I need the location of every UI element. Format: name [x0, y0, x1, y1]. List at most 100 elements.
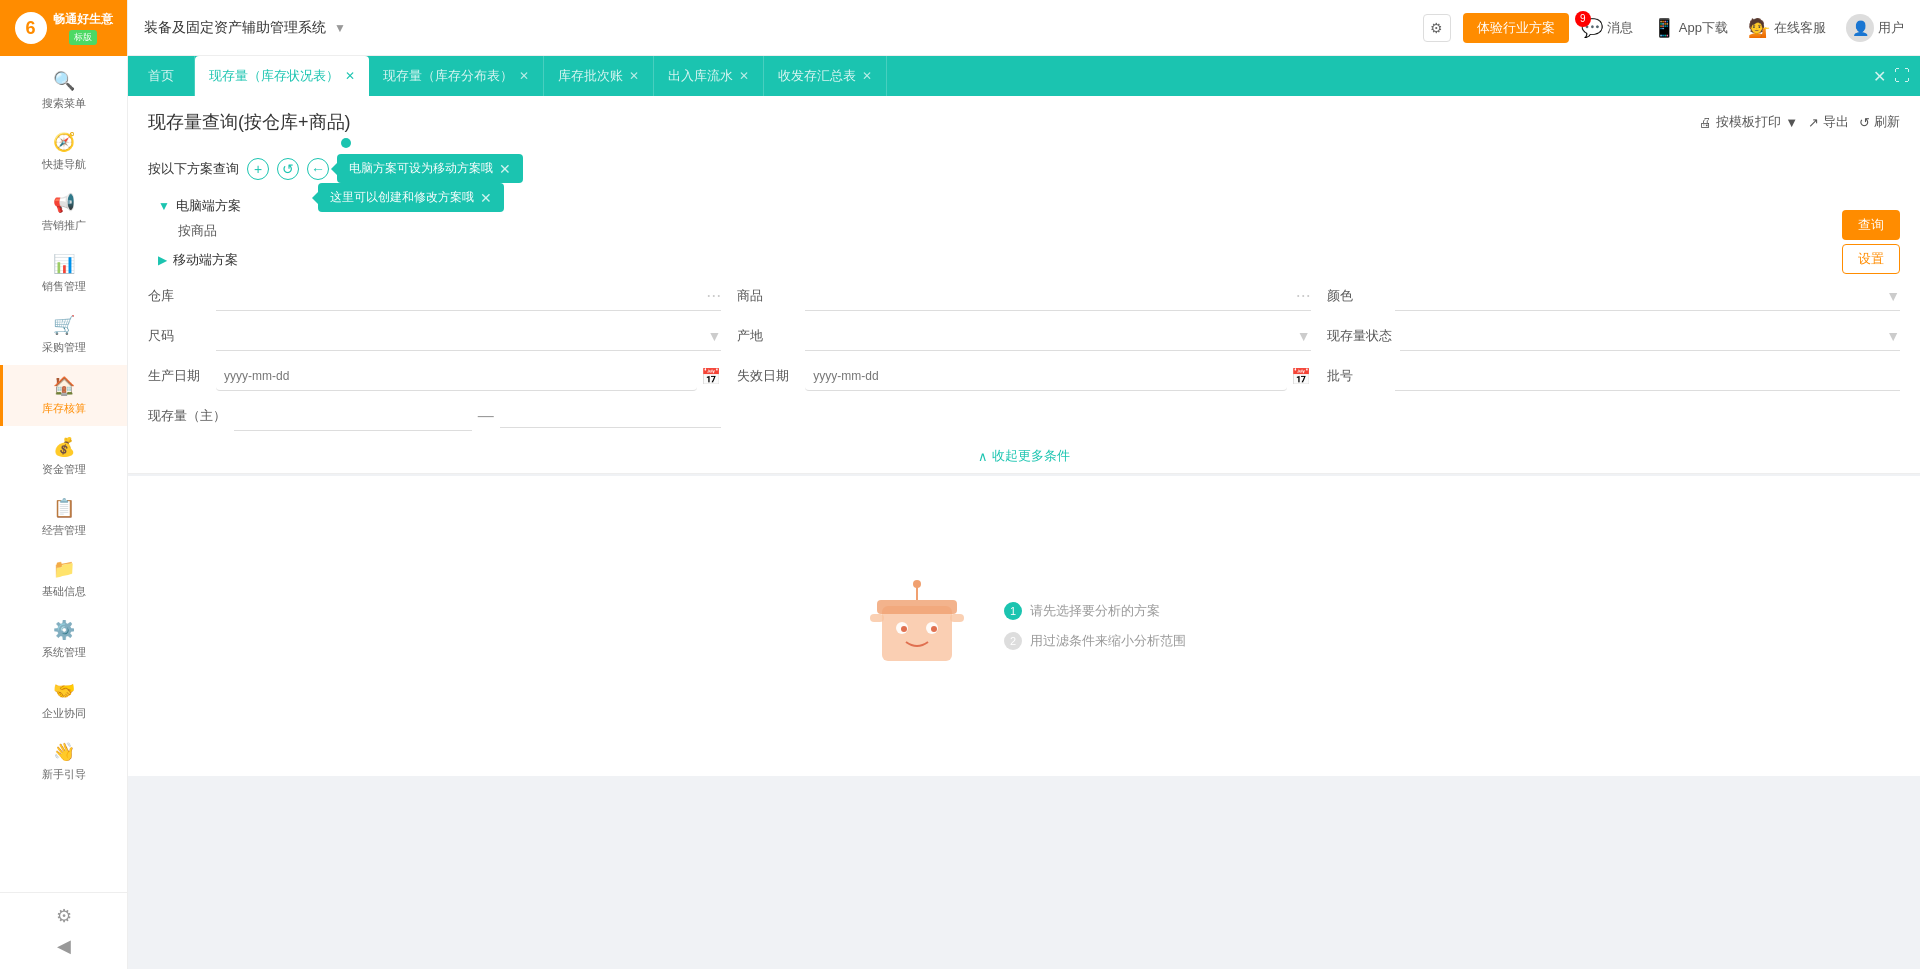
gear-button[interactable]: ⚙ — [1423, 14, 1451, 42]
newbie-icon: 👋 — [53, 741, 75, 763]
print-button[interactable]: 🖨 按模板打印 ▼ — [1699, 113, 1798, 131]
system-name: 装备及固定资产辅助管理系统 — [144, 19, 326, 37]
empty-step-2: 2 用过滤条件来缩小分析范围 — [1004, 632, 1186, 650]
setting-button[interactable]: 设置 — [1842, 244, 1900, 274]
query-buttons-panel: 查询 设置 — [1842, 210, 1900, 274]
sidebar-item-sales[interactable]: 📊 销售管理 — [0, 243, 127, 304]
size-input[interactable]: ▼ — [216, 321, 721, 351]
logo-badge: 标版 — [69, 30, 97, 45]
tab-receipt-summary[interactable]: 收发存汇总表 ✕ — [764, 56, 887, 96]
sidebar-item-guide[interactable]: 🧭 快捷导航 — [0, 121, 127, 182]
empty-state: 1 请先选择要分析的方案 2 用过滤条件来缩小分析范围 — [128, 476, 1920, 776]
sidebar-item-search[interactable]: 🔍 搜索菜单 — [0, 60, 127, 121]
svg-rect-1 — [877, 600, 957, 614]
export-button[interactable]: ↗ 导出 — [1808, 113, 1849, 131]
warehouse-input[interactable]: ··· — [216, 281, 721, 311]
sidebar-item-operations[interactable]: 📋 经营管理 — [0, 487, 127, 548]
search-icon: 🔍 — [53, 70, 75, 92]
sidebar-item-marketing[interactable]: 📢 营销推广 — [0, 182, 127, 243]
filter-label: 按以下方案查询 — [148, 160, 239, 178]
batch-input[interactable] — [1395, 361, 1900, 391]
user-avatar-button[interactable]: 👤 用户 — [1846, 14, 1904, 42]
tab-home[interactable]: 首页 — [128, 56, 195, 96]
main-inventory-range: — — [234, 401, 721, 431]
calendar-production-icon[interactable]: 📅 — [701, 367, 721, 386]
settings-footer-icon[interactable]: ⚙ — [56, 905, 72, 927]
filter-field-production-date: 生产日期 📅 — [148, 361, 721, 391]
marketing-icon: 📢 — [53, 192, 75, 214]
tab-close-batch[interactable]: ✕ — [629, 69, 639, 83]
tab-inventory-status[interactable]: 现存量（库存状况表） ✕ — [195, 56, 369, 96]
tab-close-summary[interactable]: ✕ — [862, 69, 872, 83]
collapse-label: 收起更多条件 — [992, 447, 1070, 465]
empty-content: 1 请先选择要分析的方案 2 用过滤条件来缩小分析范围 — [862, 576, 1186, 676]
back-arrow-button[interactable]: ← — [307, 158, 329, 180]
refresh-scheme-button[interactable]: ↺ — [277, 158, 299, 180]
filter-field-expiry-date: 失效日期 📅 — [737, 361, 1310, 391]
step-1-badge: 1 — [1004, 602, 1022, 620]
sidebar-item-enterprise[interactable]: 🤝 企业协同 — [0, 670, 127, 731]
inventory-status-input[interactable]: ▼ — [1400, 321, 1900, 351]
chevron-right-icon: ▼ — [158, 199, 170, 213]
tab-close-distribution[interactable]: ✕ — [519, 69, 529, 83]
tab-in-out-flow[interactable]: 出入库流水 ✕ — [654, 56, 764, 96]
expiry-date-start[interactable] — [805, 361, 1286, 391]
filter-row-3: 生产日期 📅 失效日期 📅 — [148, 361, 1900, 391]
refresh-icon: ↺ — [1859, 115, 1870, 130]
export-icon: ↗ — [1808, 115, 1819, 130]
message-button[interactable]: 💬 9 消息 — [1581, 17, 1633, 39]
page-title: 现存量查询(按仓库+商品) — [148, 110, 351, 134]
query-button[interactable]: 查询 — [1842, 210, 1900, 240]
scheme-sub-item[interactable]: 按商品 — [168, 219, 1900, 243]
close-pc-tooltip[interactable]: ✕ — [499, 161, 511, 177]
close-all-icon[interactable]: ✕ — [1873, 67, 1886, 86]
tab-inventory-distribution[interactable]: 现存量（库存分布表） ✕ — [369, 56, 544, 96]
collapse-row[interactable]: ∧ 收起更多条件 — [148, 439, 1900, 473]
online-service-button[interactable]: 💁 在线客服 — [1748, 17, 1826, 39]
sidebar-item-basic[interactable]: 📁 基础信息 — [0, 548, 127, 609]
app-download-button[interactable]: 📱 App下载 — [1653, 17, 1728, 39]
goods-input[interactable]: ··· — [805, 281, 1310, 311]
refresh-button[interactable]: ↺ 刷新 — [1859, 113, 1900, 131]
operations-icon: 📋 — [53, 497, 75, 519]
add-scheme-button[interactable]: + — [247, 158, 269, 180]
sidebar-item-inventory[interactable]: 🏠 库存核算 — [0, 365, 127, 426]
tab-close-flow[interactable]: ✕ — [739, 69, 749, 83]
sidebar-logo: 6 畅通好生意 标版 — [0, 0, 127, 56]
sidebar-item-purchase[interactable]: 🛒 采购管理 — [0, 304, 127, 365]
sidebar-item-finance[interactable]: 💰 资金管理 — [0, 426, 127, 487]
sidebar-item-system[interactable]: ⚙️ 系统管理 — [0, 609, 127, 670]
service-icon: 💁 — [1748, 17, 1770, 39]
color-input[interactable]: ▼ — [1395, 281, 1900, 311]
scheme-mobile-item[interactable]: ▶ 移动端方案 — [148, 247, 1900, 273]
dots-goods-icon: ··· — [1296, 285, 1311, 306]
sidebar-item-newbie[interactable]: 👋 新手引导 — [0, 731, 127, 792]
close-edit-tooltip[interactable]: ✕ — [480, 190, 492, 206]
calendar-expiry-icon[interactable]: 📅 — [1291, 367, 1311, 386]
collapse-sidebar-icon[interactable]: ◀ — [57, 935, 71, 957]
tab-batch-account[interactable]: 库存批次账 ✕ — [544, 56, 654, 96]
origin-input[interactable]: ▼ — [805, 321, 1310, 351]
compass-icon: 🧭 — [53, 131, 75, 153]
filter-field-inventory-status: 现存量状态 ▼ — [1327, 321, 1900, 351]
trial-button[interactable]: 体验行业方案 — [1463, 13, 1569, 43]
filter-field-main-inventory: 现存量（主） — — [148, 401, 721, 431]
system-icon: ⚙️ — [53, 619, 75, 641]
app-download-label: App下载 — [1679, 19, 1728, 37]
content-area: 现存量查询(按仓库+商品) 🖨 按模板打印 ▼ ↗ 导出 ↺ 刷新 — [128, 96, 1920, 969]
empty-step-1-text: 请先选择要分析的方案 — [1030, 602, 1160, 620]
fullscreen-icon[interactable]: ⛶ — [1894, 67, 1910, 85]
inventory-min-input[interactable] — [234, 401, 472, 431]
sales-icon: 📊 — [53, 253, 75, 275]
production-date-start[interactable] — [216, 361, 697, 391]
main-area: 装备及固定资产辅助管理系统 ▼ ⚙ 体验行业方案 💬 9 消息 📱 App下载 … — [128, 0, 1920, 969]
svg-point-5 — [931, 626, 937, 632]
topbar-system: 装备及固定资产辅助管理系统 ▼ — [144, 19, 1411, 37]
pc-scheme-tooltip: 电脑方案可设为移动方案哦 ✕ — [337, 154, 523, 183]
scheme-section: ▼ 电脑端方案 按商品 这里可以创建和修改方案哦 ✕ — [148, 193, 1900, 273]
message-label: 消息 — [1607, 19, 1633, 37]
empty-step-2-text: 用过滤条件来缩小分析范围 — [1030, 632, 1186, 650]
tab-close-inventory-status[interactable]: ✕ — [345, 69, 355, 83]
basic-icon: 📁 — [53, 558, 75, 580]
topbar-right: 💬 9 消息 📱 App下载 💁 在线客服 👤 用户 — [1581, 14, 1904, 42]
